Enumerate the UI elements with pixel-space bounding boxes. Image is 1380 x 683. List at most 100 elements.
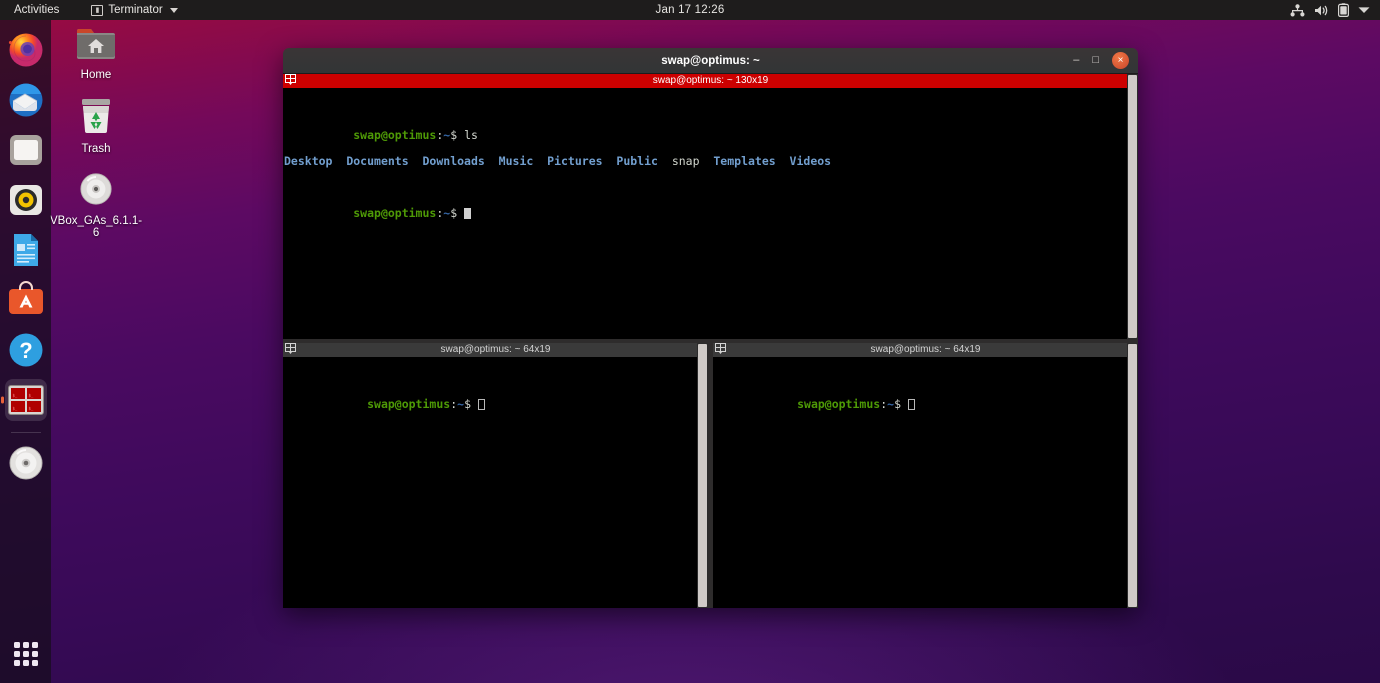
listing-gap <box>485 154 499 168</box>
files-icon <box>9 135 42 165</box>
pane-title-bottom-left: swap@optimus: ~ 64x19 <box>440 344 551 355</box>
listing-gap <box>776 154 790 168</box>
desktop-icon-vbox-cd[interactable]: VBox_GAs_6.1.1-6 <box>50 172 142 240</box>
window-titlebar[interactable]: swap@optimus: ~ – □ × <box>283 48 1138 74</box>
listing-gap <box>658 154 672 168</box>
grid-dot-icon <box>13 660 20 666</box>
terminal-output-bottom-left[interactable]: swap@optimus:~$ <box>283 357 708 608</box>
pane-titlebar-top[interactable]: swap@optimus: ~ 130x19 <box>283 74 1138 88</box>
listing-entry: Videos <box>789 154 832 168</box>
terminal-pane-bottom-right[interactable]: swap@optimus: ~ 64x19 swap@optimus:~$ <box>713 343 1138 608</box>
desktop-icon-trash[interactable]: Trash <box>50 98 142 155</box>
listing-entry: Downloads <box>422 154 485 168</box>
prompt-dollar: $ <box>464 397 478 411</box>
dock-separator <box>10 432 41 433</box>
prompt-dollar: $ <box>450 128 465 142</box>
terminal-pane-bottom-left[interactable]: swap@optimus: ~ 64x19 swap@optimus:~$ <box>283 343 708 608</box>
terminal-body: swap@optimus: ~ 130x19 swap@optimus:~$ l… <box>283 74 1138 608</box>
close-button[interactable]: × <box>1112 52 1129 69</box>
show-applications-button[interactable] <box>9 637 43 671</box>
dock-item-thunderbird[interactable] <box>5 79 47 121</box>
listing-gap <box>603 154 617 168</box>
split-layout-icon[interactable] <box>285 74 296 88</box>
terminal-line: swap@optimus:~$ <box>284 194 1138 220</box>
terminal-line: swap@optimus:~$ ls <box>284 116 1138 142</box>
dock-item-help[interactable]: ? <box>5 329 47 371</box>
dock-item-vbox-guest-additions-cd[interactable] <box>5 442 47 484</box>
split-layout-icon[interactable] <box>715 343 726 357</box>
listing-entry: Desktop <box>284 154 333 168</box>
battery-icon <box>1338 3 1349 17</box>
minimize-button[interactable]: – <box>1073 55 1079 66</box>
network-icon <box>1290 3 1305 17</box>
listing-entry: Music <box>498 154 534 168</box>
listing-entry: Documents <box>346 154 409 168</box>
terminal-pane-top[interactable]: swap@optimus: ~ 130x19 swap@optimus:~$ l… <box>283 74 1138 339</box>
terminal-output-bottom-right[interactable]: swap@optimus:~$ <box>713 357 1138 608</box>
window-controls: – □ × <box>1073 52 1129 69</box>
system-status-area[interactable] <box>1290 3 1370 17</box>
desktop-icon-home[interactable]: Home <box>50 26 142 81</box>
libreoffice-writer-icon <box>13 234 38 266</box>
activities-button[interactable]: Activities <box>8 0 65 20</box>
dock-item-firefox[interactable] <box>5 29 47 71</box>
grid-dot-icon <box>22 642 29 648</box>
dock-item-files[interactable] <box>5 129 47 171</box>
listing-entry: snap <box>671 154 700 168</box>
rhythmbox-icon <box>9 185 42 215</box>
trash-icon <box>50 98 142 138</box>
help-icon: ? <box>9 333 42 367</box>
pane-title-top: swap@optimus: ~ 130x19 <box>652 75 769 86</box>
scrollbar-bottom-right-pane[interactable] <box>1127 343 1138 608</box>
system-menu-caret-icon[interactable] <box>1358 6 1370 14</box>
home-folder-icon <box>50 26 142 64</box>
dock-item-rhythmbox[interactable] <box>5 179 47 221</box>
scrollbar-bottom-left-pane[interactable] <box>697 343 708 608</box>
listing-entry: Templates <box>713 154 776 168</box>
ubuntu-software-icon <box>8 281 43 314</box>
dock-item-ubuntu-software[interactable] <box>5 279 47 321</box>
window-title: swap@optimus: ~ <box>661 54 760 67</box>
prompt-user: swap@optimus <box>353 206 437 220</box>
terminal-line: swap@optimus:~$ <box>714 385 1138 411</box>
listing-entry: Pictures <box>547 154 603 168</box>
pane-title-bottom-right: swap@optimus: ~ 64x19 <box>870 344 981 355</box>
app-menu-label: Terminator <box>108 4 163 16</box>
app-menu-terminator[interactable]: ▮ Terminator <box>91 4 178 16</box>
thunderbird-icon <box>9 83 42 117</box>
terminal-cursor <box>464 208 472 219</box>
listing-entry: Public <box>616 154 658 168</box>
dock-item-terminator[interactable]: $_ $_ $_ $_ <box>4 379 47 421</box>
split-layout-icon[interactable] <box>285 343 296 357</box>
svg-text:$_: $_ <box>12 406 17 411</box>
prompt-dollar: $ <box>894 397 908 411</box>
grid-dot-icon <box>31 660 38 666</box>
clock[interactable]: Jan 17 12:26 <box>0 4 1380 16</box>
maximize-button[interactable]: □ <box>1092 55 1099 66</box>
volume-icon <box>1314 4 1329 17</box>
terminal-output-top[interactable]: swap@optimus:~$ ls Desktop Documents Dow… <box>283 88 1138 339</box>
scrollbar-top-pane[interactable] <box>1127 74 1138 339</box>
terminal-icon: ▮ <box>91 4 104 16</box>
dock: ? $_ $_ $_ $_ <box>0 20 51 683</box>
prompt-dollar: $ <box>450 206 465 220</box>
svg-text:$_: $_ <box>12 393 17 398</box>
cd-disc-icon <box>50 172 142 210</box>
dock-item-libreoffice-writer[interactable] <box>5 229 47 271</box>
grid-dot-icon <box>13 651 20 657</box>
grid-dot-icon <box>31 651 38 657</box>
svg-text:$_: $_ <box>28 393 33 398</box>
listing-gap <box>533 154 547 168</box>
terminator-icon: $_ $_ $_ $_ <box>7 385 44 415</box>
pane-titlebar-bottom-right[interactable]: swap@optimus: ~ 64x19 <box>713 343 1138 357</box>
prompt-user: swap@optimus <box>797 397 881 411</box>
svg-text:?: ? <box>19 338 32 363</box>
grid-dot-icon <box>22 651 29 657</box>
terminal-listing-line: Desktop Documents Downloads Music Pictur… <box>284 155 1138 168</box>
terminal-cursor <box>907 399 915 410</box>
grid-dot-icon <box>22 660 29 666</box>
pane-titlebar-bottom-left[interactable]: swap@optimus: ~ 64x19 <box>283 343 708 357</box>
firefox-icon <box>8 33 42 67</box>
listing-gap <box>332 154 346 168</box>
terminal-bottom-split: swap@optimus: ~ 64x19 swap@optimus:~$ sw… <box>283 343 1138 608</box>
